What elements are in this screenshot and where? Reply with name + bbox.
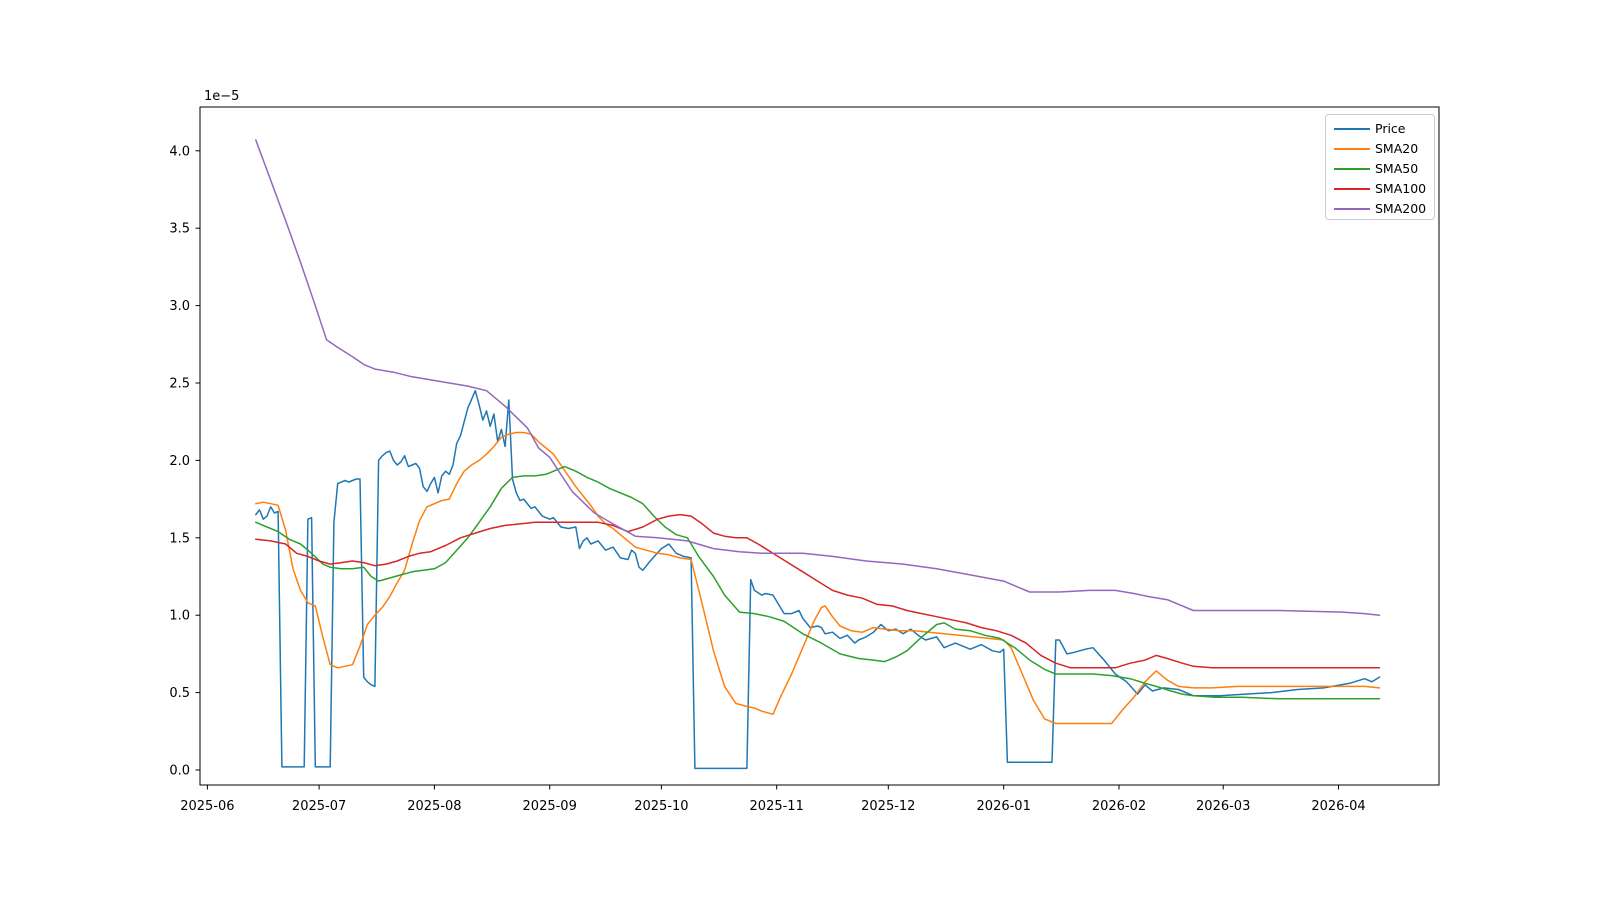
legend-entry-sma20: SMA20 — [1334, 139, 1434, 159]
x-axis-tick-label: 2025-07 — [292, 799, 346, 814]
legend-label-sma200: SMA200 — [1375, 201, 1427, 216]
x-axis-tick-label: 2025-11 — [750, 799, 804, 814]
y-axis-tick-label: 3.5 — [169, 222, 190, 237]
x-axis-tick-label: 2026-03 — [1196, 799, 1250, 814]
series-line-price — [255, 389, 1381, 770]
x-axis-tick-label: 2026-04 — [1311, 799, 1365, 814]
legend-label-sma100: SMA100 — [1375, 181, 1427, 196]
y-axis-tick-label: 1.0 — [169, 609, 190, 624]
x-axis-tick-label: 2025-06 — [180, 799, 234, 814]
series-line-sma200 — [255, 139, 1381, 616]
legend-entry-sma50: SMA50 — [1334, 159, 1434, 179]
y-axis-tick-label: 0.0 — [169, 764, 190, 779]
legend-line-swatch-sma20 — [1334, 148, 1370, 150]
legend-items: Price SMA20 SMA50 SMA100 SMA200 — [1334, 119, 1434, 219]
y-axis-tick-label: 2.5 — [169, 377, 190, 392]
y-axis-offset-label: 1e−5 — [204, 89, 240, 104]
legend: Price SMA20 SMA50 SMA100 SMA200 — [1325, 114, 1435, 220]
y-axis-tick-label: 4.0 — [169, 144, 190, 159]
legend-line-swatch-sma100 — [1334, 188, 1370, 190]
legend-entry-sma100: SMA100 — [1334, 179, 1434, 199]
legend-label-sma20: SMA20 — [1375, 141, 1419, 156]
y-axis-tick-label: 2.0 — [169, 454, 190, 469]
x-axis-tick-label: 2026-01 — [977, 799, 1031, 814]
legend-line-swatch-sma200 — [1334, 208, 1370, 210]
series-line-sma20 — [255, 431, 1381, 725]
plot-border — [199, 106, 1440, 786]
x-axis-tick-label: 2025-08 — [407, 799, 461, 814]
series-line-sma50 — [255, 465, 1381, 700]
matplotlib-figure: 2025-06 2025-07 2025-08 2025-09 2025-10 2025-… — [0, 0, 1600, 900]
legend-label-sma50: SMA50 — [1375, 161, 1419, 176]
x-axis-tick-label: 2025-09 — [523, 799, 577, 814]
legend-entry-price: Price — [1334, 119, 1434, 139]
legend-entry-sma200: SMA200 — [1334, 199, 1434, 219]
legend-label-price: Price — [1375, 121, 1406, 136]
y-axis-tick-label: 0.5 — [169, 686, 190, 701]
y-axis-tick-label: 3.0 — [169, 299, 190, 314]
y-axis-tick-label: 1.5 — [169, 531, 190, 546]
x-axis-tick-label: 2025-12 — [861, 799, 915, 814]
legend-line-swatch-sma50 — [1334, 168, 1370, 170]
legend-line-swatch-price — [1334, 128, 1370, 130]
series-line-sma100 — [255, 513, 1381, 669]
x-axis-tick-label: 2026-02 — [1092, 799, 1146, 814]
x-axis-tick-label: 2025-10 — [634, 799, 688, 814]
